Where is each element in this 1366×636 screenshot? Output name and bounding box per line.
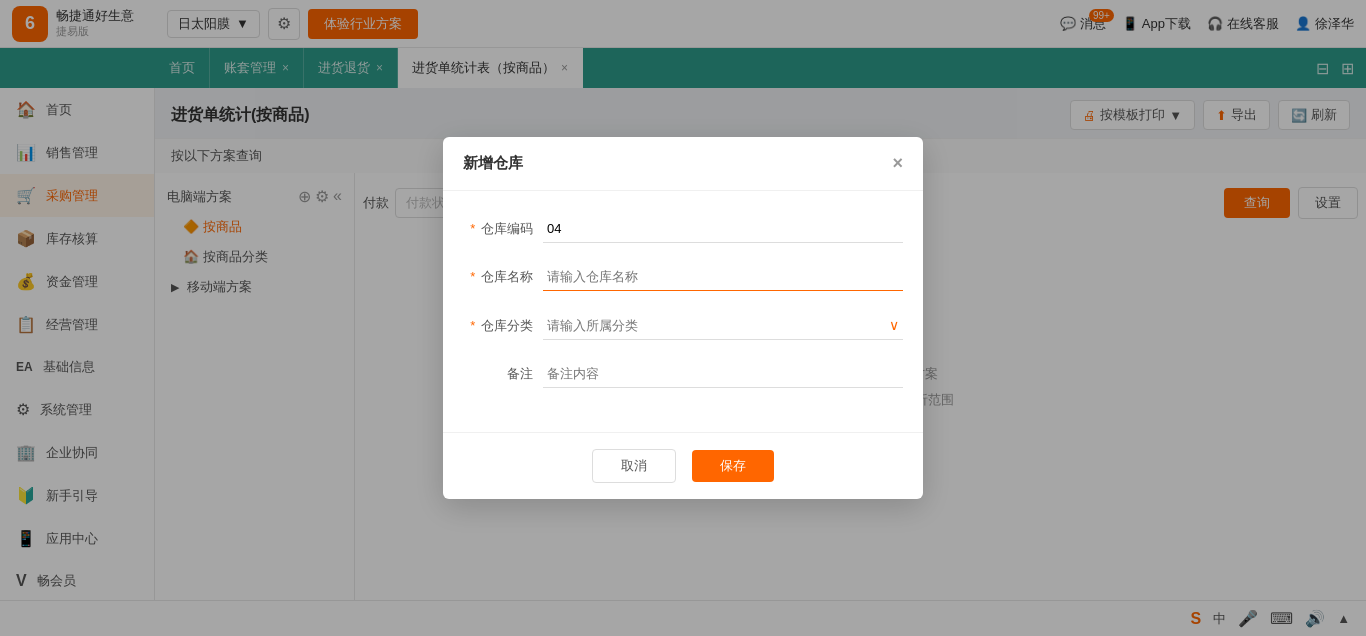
dialog-close-icon[interactable]: ×	[892, 153, 903, 174]
warehouse-note-row: 备注	[463, 360, 903, 388]
save-button[interactable]: 保存	[692, 450, 774, 482]
warehouse-code-label: * 仓库编码	[463, 220, 543, 238]
warehouse-category-input[interactable]	[547, 318, 889, 333]
required-star-2: *	[470, 269, 475, 284]
required-star-3: *	[470, 318, 475, 333]
add-warehouse-dialog: 新增仓库 × * 仓库编码 * 仓库名称	[443, 137, 923, 499]
warehouse-code-input[interactable]	[543, 215, 903, 243]
dialog-title: 新增仓库	[463, 154, 523, 173]
dialog-footer: 取消 保存	[443, 432, 923, 499]
required-star-1: *	[470, 221, 475, 236]
warehouse-name-input[interactable]	[543, 263, 903, 291]
warehouse-category-select[interactable]: ∨	[543, 311, 903, 340]
category-chevron-icon: ∨	[889, 317, 899, 333]
warehouse-note-input[interactable]	[543, 360, 903, 388]
dialog-header: 新增仓库 ×	[443, 137, 923, 191]
warehouse-name-label: * 仓库名称	[463, 268, 543, 286]
cancel-button[interactable]: 取消	[592, 449, 676, 483]
warehouse-name-row: * 仓库名称	[463, 263, 903, 291]
warehouse-note-label: 备注	[463, 365, 543, 383]
warehouse-category-row: * 仓库分类 ∨	[463, 311, 903, 340]
warehouse-category-label: * 仓库分类	[463, 317, 543, 335]
warehouse-code-row: * 仓库编码	[463, 215, 903, 243]
dialog-body: * 仓库编码 * 仓库名称 * 仓库分类	[443, 191, 923, 432]
dialog-overlay: 新增仓库 × * 仓库编码 * 仓库名称	[0, 0, 1366, 636]
